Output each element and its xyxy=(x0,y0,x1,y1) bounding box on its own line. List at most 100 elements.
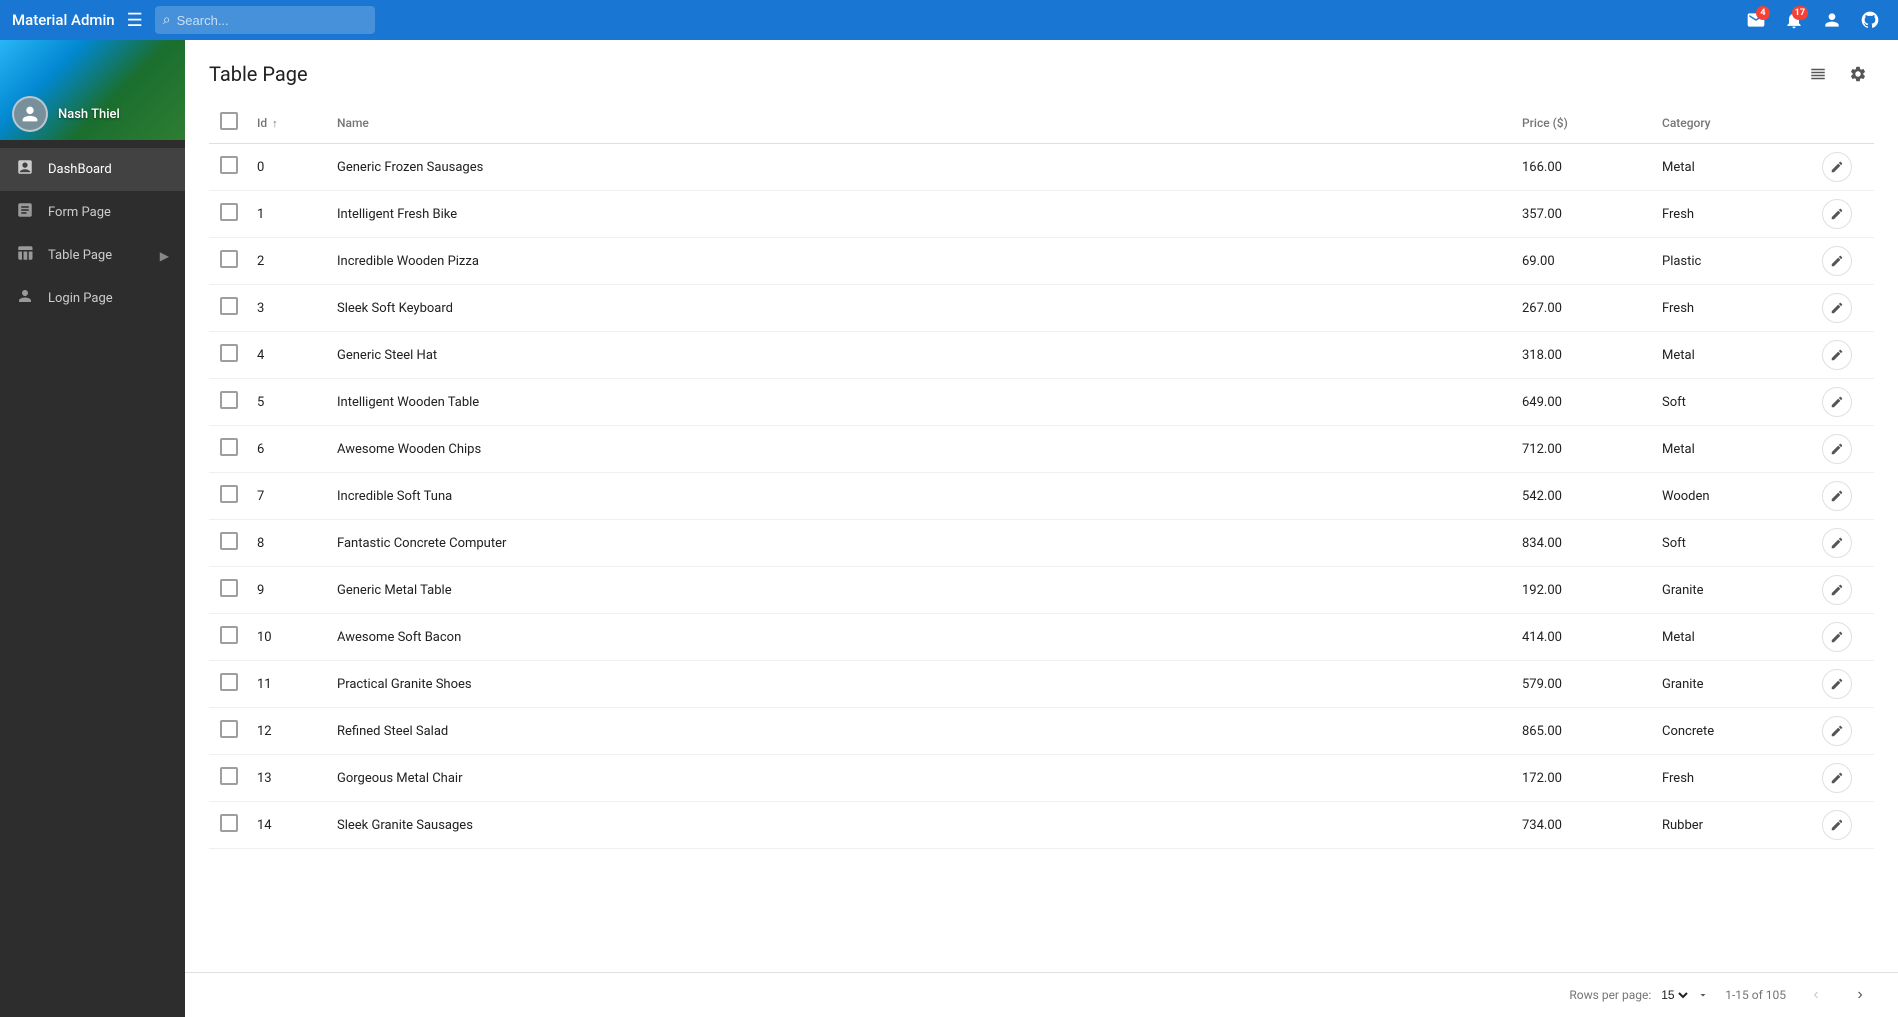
row-actions-12 xyxy=(1814,708,1874,755)
row-checkbox-3[interactable] xyxy=(220,297,238,315)
row-id-7: 7 xyxy=(249,473,329,520)
row-checkbox-cell xyxy=(209,238,249,285)
sidebar-item-form[interactable]: Form Page xyxy=(0,191,185,234)
sidebar: Nash Thiel DashBoard Form Page Table xyxy=(0,40,185,1017)
bell-icon-btn[interactable]: 17 xyxy=(1778,4,1810,36)
table-row: 12 Refined Steel Salad 865.00 Concrete xyxy=(209,708,1874,755)
row-name-2: Incredible Wooden Pizza xyxy=(329,238,1514,285)
next-page-button[interactable]: › xyxy=(1846,981,1874,1009)
account-icon-btn[interactable] xyxy=(1816,4,1848,36)
row-checkbox-cell xyxy=(209,426,249,473)
row-price-1: 357.00 xyxy=(1514,191,1654,238)
form-icon xyxy=(16,201,34,224)
sidebar-item-login[interactable]: Login Page xyxy=(0,277,185,320)
row-price-11: 579.00 xyxy=(1514,661,1654,708)
table-row: 5 Intelligent Wooden Table 649.00 Soft xyxy=(209,379,1874,426)
topbar-icons: 4 17 xyxy=(1740,4,1886,36)
th-checkbox xyxy=(209,102,249,144)
th-name[interactable]: Name xyxy=(329,102,1514,144)
edit-button-14[interactable] xyxy=(1822,810,1852,840)
th-id[interactable]: Id ↑ xyxy=(249,102,329,144)
search-icon: ⌕ xyxy=(163,12,171,28)
settings-icon-btn[interactable] xyxy=(1842,58,1874,90)
row-category-6: Metal xyxy=(1654,426,1814,473)
row-checkbox-0[interactable] xyxy=(220,156,238,174)
table-row: 4 Generic Steel Hat 318.00 Metal xyxy=(209,332,1874,379)
row-price-7: 542.00 xyxy=(1514,473,1654,520)
edit-button-11[interactable] xyxy=(1822,669,1852,699)
row-checkbox-1[interactable] xyxy=(220,203,238,221)
row-id-10: 10 xyxy=(249,614,329,661)
edit-button-12[interactable] xyxy=(1822,716,1852,746)
row-checkbox-10[interactable] xyxy=(220,626,238,644)
topbar-menu-icon[interactable]: ☰ xyxy=(127,10,143,31)
main-header-icons xyxy=(1802,58,1874,90)
row-checkbox-9[interactable] xyxy=(220,579,238,597)
row-checkbox-13[interactable] xyxy=(220,767,238,785)
row-name-7: Incredible Soft Tuna xyxy=(329,473,1514,520)
sidebar-nav: DashBoard Form Page Table Page ▶ Login xyxy=(0,140,185,1017)
row-price-13: 172.00 xyxy=(1514,755,1654,802)
row-price-10: 414.00 xyxy=(1514,614,1654,661)
edit-button-9[interactable] xyxy=(1822,575,1852,605)
reorder-icon-btn[interactable] xyxy=(1802,58,1834,90)
edit-button-4[interactable] xyxy=(1822,340,1852,370)
row-checkbox-14[interactable] xyxy=(220,814,238,832)
edit-button-1[interactable] xyxy=(1822,199,1852,229)
row-category-8: Soft xyxy=(1654,520,1814,567)
edit-button-3[interactable] xyxy=(1822,293,1852,323)
mail-icon-btn[interactable]: 4 xyxy=(1740,4,1772,36)
row-id-0: 0 xyxy=(249,144,329,191)
edit-button-13[interactable] xyxy=(1822,763,1852,793)
edit-button-8[interactable] xyxy=(1822,528,1852,558)
edit-button-10[interactable] xyxy=(1822,622,1852,652)
edit-button-5[interactable] xyxy=(1822,387,1852,417)
row-actions-5 xyxy=(1814,379,1874,426)
row-checkbox-5[interactable] xyxy=(220,391,238,409)
row-checkbox-11[interactable] xyxy=(220,673,238,691)
select-all-checkbox[interactable] xyxy=(220,112,238,130)
row-name-5: Intelligent Wooden Table xyxy=(329,379,1514,426)
row-name-1: Intelligent Fresh Bike xyxy=(329,191,1514,238)
search-input[interactable] xyxy=(177,13,367,28)
sidebar-item-label-login: Login Page xyxy=(48,291,169,306)
rows-per-page-select[interactable]: 15 25 50 xyxy=(1657,987,1691,1003)
layout: Nash Thiel DashBoard Form Page Table xyxy=(0,40,1898,1017)
row-actions-4 xyxy=(1814,332,1874,379)
row-checkbox-cell xyxy=(209,567,249,614)
row-checkbox-4[interactable] xyxy=(220,344,238,362)
row-category-11: Granite xyxy=(1654,661,1814,708)
pagination-info: 1-15 of 105 xyxy=(1725,988,1786,1002)
row-checkbox-cell xyxy=(209,379,249,426)
row-checkbox-cell xyxy=(209,473,249,520)
edit-button-2[interactable] xyxy=(1822,246,1852,276)
row-checkbox-8[interactable] xyxy=(220,532,238,550)
row-id-13: 13 xyxy=(249,755,329,802)
edit-button-0[interactable] xyxy=(1822,152,1852,182)
table-row: 0 Generic Frozen Sausages 166.00 Metal xyxy=(209,144,1874,191)
table-row: 14 Sleek Granite Sausages 734.00 Rubber xyxy=(209,802,1874,849)
main-content: Table Page Id xyxy=(185,40,1898,1017)
row-actions-9 xyxy=(1814,567,1874,614)
github-icon-btn[interactable] xyxy=(1854,4,1886,36)
row-name-13: Gorgeous Metal Chair xyxy=(329,755,1514,802)
sidebar-item-dashboard[interactable]: DashBoard xyxy=(0,148,185,191)
row-category-5: Soft xyxy=(1654,379,1814,426)
row-actions-7 xyxy=(1814,473,1874,520)
row-checkbox-2[interactable] xyxy=(220,250,238,268)
dashboard-icon xyxy=(16,158,34,181)
row-actions-2 xyxy=(1814,238,1874,285)
table-row: 3 Sleek Soft Keyboard 267.00 Fresh xyxy=(209,285,1874,332)
row-checkbox-12[interactable] xyxy=(220,720,238,738)
table-row: 6 Awesome Wooden Chips 712.00 Metal xyxy=(209,426,1874,473)
row-category-0: Metal xyxy=(1654,144,1814,191)
edit-button-6[interactable] xyxy=(1822,434,1852,464)
th-price[interactable]: Price ($) xyxy=(1514,102,1654,144)
edit-button-7[interactable] xyxy=(1822,481,1852,511)
th-category[interactable]: Category xyxy=(1654,102,1814,144)
row-checkbox-6[interactable] xyxy=(220,438,238,456)
sidebar-item-table[interactable]: Table Page ▶ xyxy=(0,234,185,277)
row-checkbox-7[interactable] xyxy=(220,485,238,503)
row-id-4: 4 xyxy=(249,332,329,379)
prev-page-button[interactable]: ‹ xyxy=(1802,981,1830,1009)
